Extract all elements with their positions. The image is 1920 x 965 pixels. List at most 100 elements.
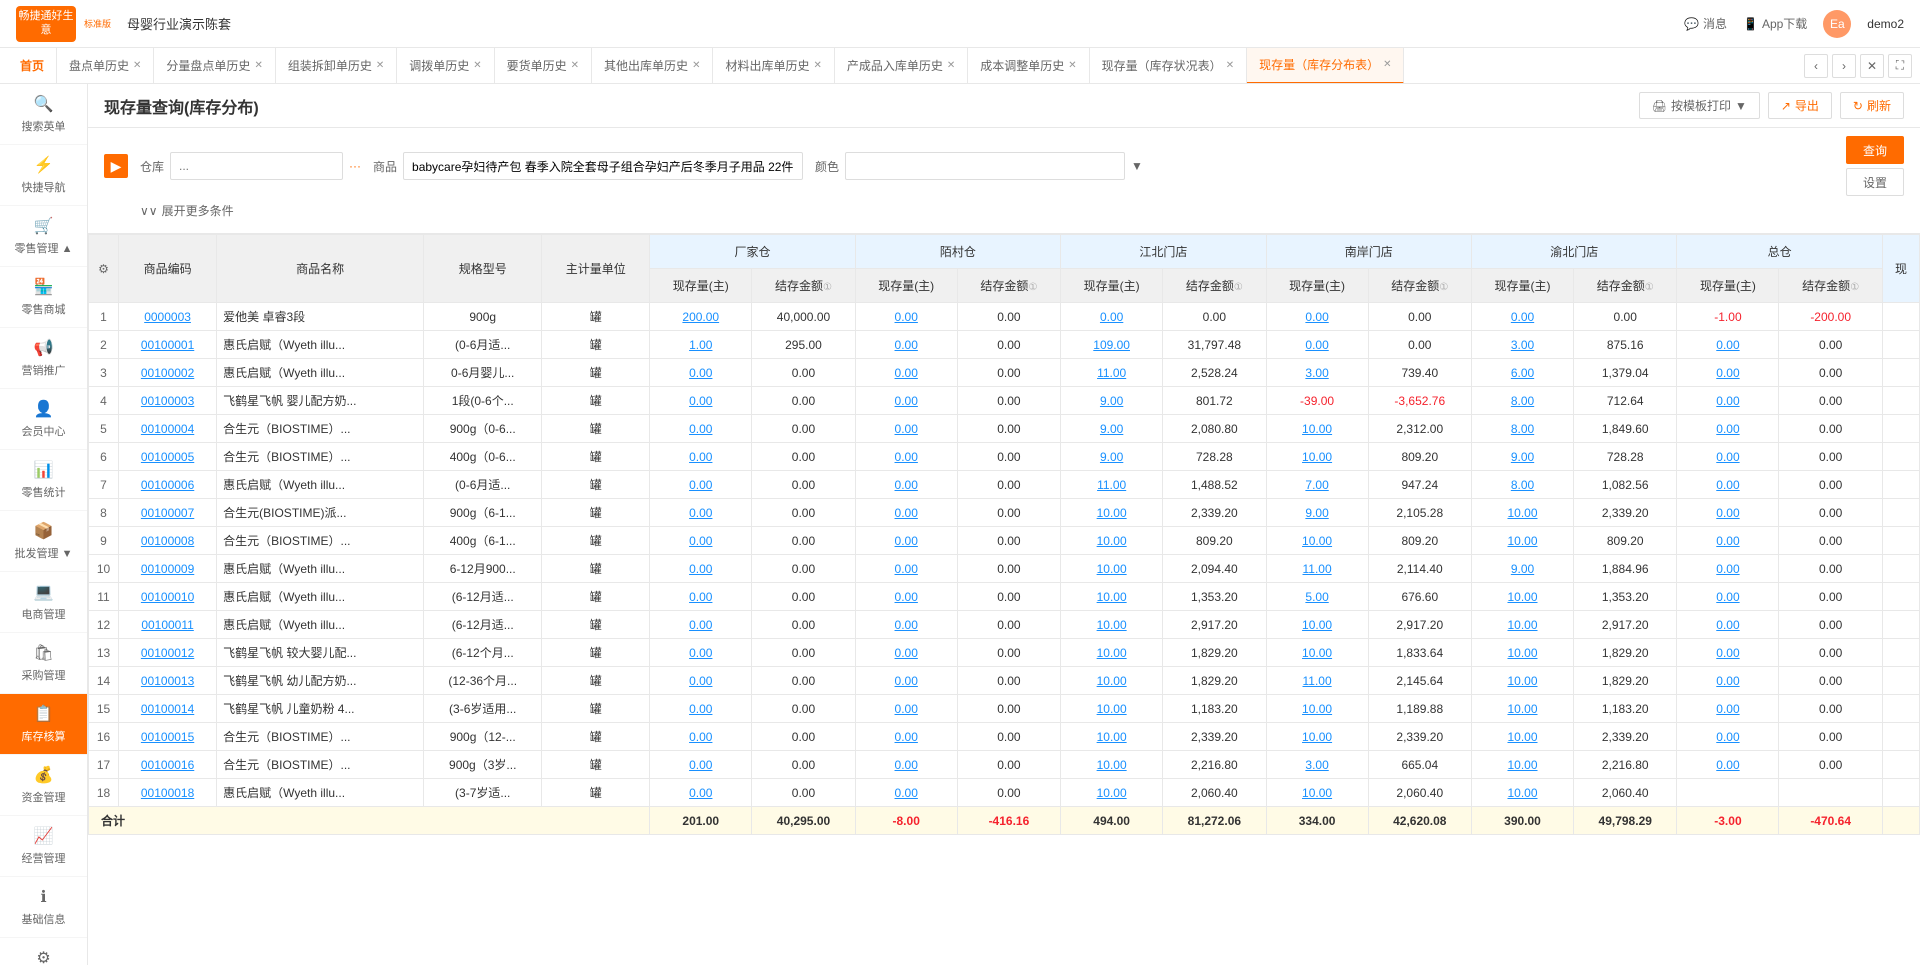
cell-total-qty[interactable]: 0.00	[1677, 331, 1779, 359]
close-icon[interactable]: ✕	[1068, 60, 1076, 71]
cell-na-qty[interactable]: 10.00	[1266, 527, 1368, 555]
cell-value[interactable]: 10.00	[1061, 723, 1163, 751]
cell-na-qty[interactable]: 0.00	[1266, 331, 1368, 359]
close-icon[interactable]: ✕	[376, 60, 384, 71]
cell-value[interactable]: 1.00	[650, 331, 752, 359]
cell-na-qty[interactable]: 10.00	[1266, 695, 1368, 723]
sidebar-item-purchase[interactable]: 🛍 采购管理	[0, 633, 87, 694]
sidebar-item-member[interactable]: 👤 会员中心	[0, 389, 87, 450]
row-code[interactable]: 00100018	[119, 779, 217, 807]
tab-transfer[interactable]: 调拨单历史 ✕	[397, 48, 494, 84]
cell-value[interactable]: 0.00	[855, 639, 957, 667]
close-icon[interactable]: ✕	[1226, 60, 1234, 71]
cell-value[interactable]: 9.00	[1472, 555, 1574, 583]
cell-value[interactable]: 8.00	[1472, 387, 1574, 415]
cell-value[interactable]: 0.00	[650, 667, 752, 695]
tab-requisition[interactable]: 要货单历史 ✕	[495, 48, 592, 84]
cell-value[interactable]: 109.00	[1061, 331, 1163, 359]
cell-value[interactable]: 3.00	[1472, 331, 1574, 359]
refresh-button[interactable]: ↻ 刷新	[1840, 92, 1904, 119]
cell-total-qty[interactable]: 0.00	[1677, 555, 1779, 583]
tab-stock-dist[interactable]: 现存量（库存分布表） ✕	[1247, 48, 1404, 84]
cell-na-qty[interactable]: 3.00	[1266, 751, 1368, 779]
cell-value[interactable]: 10.00	[1472, 639, 1574, 667]
close-icon[interactable]: ✕	[254, 60, 262, 71]
cell-value[interactable]: 0.00	[855, 779, 957, 807]
cell-na-qty[interactable]: 10.00	[1266, 415, 1368, 443]
cell-na-qty[interactable]: 3.00	[1266, 359, 1368, 387]
cell-value[interactable]: 9.00	[1061, 415, 1163, 443]
sidebar-item-retail-mall[interactable]: 🏪 零售商城	[0, 267, 87, 328]
cell-value[interactable]: 10.00	[1061, 667, 1163, 695]
cell-value[interactable]: 10.00	[1472, 583, 1574, 611]
cell-value[interactable]: 0.00	[855, 359, 957, 387]
cell-value[interactable]: 11.00	[1061, 471, 1163, 499]
cell-total-qty[interactable]: 0.00	[1677, 583, 1779, 611]
row-code[interactable]: 00100014	[119, 695, 217, 723]
tab-other-out[interactable]: 其他出库单历史 ✕	[592, 48, 713, 84]
info-icon[interactable]: ①	[1645, 282, 1654, 293]
cell-value[interactable]: 10.00	[1061, 527, 1163, 555]
cell-na-qty[interactable]: 10.00	[1266, 639, 1368, 667]
tab-scroll-left[interactable]: ‹	[1804, 54, 1828, 78]
cell-na-qty[interactable]: 7.00	[1266, 471, 1368, 499]
row-code[interactable]: 00100010	[119, 583, 217, 611]
cell-na-qty[interactable]: 5.00	[1266, 583, 1368, 611]
sidebar-item-system[interactable]: ⚙ 系统管理	[0, 938, 87, 965]
cell-value[interactable]: 0.00	[855, 387, 957, 415]
close-icon[interactable]: ✕	[571, 60, 579, 71]
cell-value[interactable]: 0.00	[855, 583, 957, 611]
cell-value[interactable]: 0.00	[855, 471, 957, 499]
sidebar-item-basics[interactable]: ℹ 基础信息	[0, 877, 87, 938]
cell-value[interactable]: 10.00	[1061, 639, 1163, 667]
cell-na-qty[interactable]: 9.00	[1266, 499, 1368, 527]
sidebar-item-operations[interactable]: 📈 经营管理	[0, 816, 87, 877]
cell-total-qty[interactable]: 0.00	[1677, 443, 1779, 471]
expand-more-btn[interactable]: ∨∨ 展开更多条件	[140, 202, 234, 219]
cell-value[interactable]: 10.00	[1472, 695, 1574, 723]
cell-value[interactable]: 10.00	[1472, 527, 1574, 555]
goods-input[interactable]	[403, 152, 803, 180]
sidebar-item-wholesale[interactable]: 📦 批发管理 ▼	[0, 511, 87, 572]
settings-gear-icon[interactable]: ⚙	[98, 262, 109, 276]
cell-total-qty[interactable]	[1677, 779, 1779, 807]
cell-na-qty[interactable]: 10.00	[1266, 611, 1368, 639]
cell-value[interactable]: 10.00	[1472, 667, 1574, 695]
cell-value[interactable]: 10.00	[1061, 779, 1163, 807]
cell-total-qty[interactable]: 0.00	[1677, 471, 1779, 499]
setting-button[interactable]: 设置	[1846, 168, 1904, 196]
row-code[interactable]: 00100003	[119, 387, 217, 415]
cell-value[interactable]: 0.00	[855, 303, 957, 331]
close-icon[interactable]: ✕	[133, 60, 141, 71]
tab-home[interactable]: 首页	[8, 48, 57, 84]
cell-value[interactable]: 0.00	[855, 443, 957, 471]
cell-total-qty[interactable]: 0.00	[1677, 695, 1779, 723]
info-icon[interactable]: ①	[1234, 282, 1243, 293]
tab-cost-adjust[interactable]: 成本调整单历史 ✕	[968, 48, 1089, 84]
cell-na-qty[interactable]: 0.00	[1266, 303, 1368, 331]
close-icon[interactable]: ✕	[1383, 59, 1391, 70]
cell-value[interactable]: 10.00	[1061, 499, 1163, 527]
cell-value[interactable]: 0.00	[650, 695, 752, 723]
cell-total-qty[interactable]: 0.00	[1677, 527, 1779, 555]
cell-value[interactable]: 0.00	[650, 639, 752, 667]
cell-value[interactable]: 0.00	[650, 751, 752, 779]
cell-value[interactable]: 0.00	[855, 751, 957, 779]
cell-total-qty[interactable]: 0.00	[1677, 387, 1779, 415]
sidebar-item-inventory[interactable]: 📋 库存核算	[0, 694, 87, 755]
cell-value[interactable]: 0.00	[650, 471, 752, 499]
cell-value[interactable]: 0.00	[650, 499, 752, 527]
cell-na-qty[interactable]: 10.00	[1266, 443, 1368, 471]
cell-value[interactable]: 11.00	[1061, 359, 1163, 387]
cell-value[interactable]: 0.00	[650, 443, 752, 471]
cell-value[interactable]: 0.00	[650, 779, 752, 807]
cell-value[interactable]: 0.00	[855, 331, 957, 359]
row-code[interactable]: 00100001	[119, 331, 217, 359]
cell-na-qty[interactable]: 11.00	[1266, 667, 1368, 695]
cell-value[interactable]: 0.00	[650, 359, 752, 387]
info-icon[interactable]: ①	[1850, 282, 1859, 293]
cell-value[interactable]: 10.00	[1061, 583, 1163, 611]
sidebar-item-finance[interactable]: 💰 资金管理	[0, 755, 87, 816]
sidebar-item-marketing[interactable]: 📢 营销推广	[0, 328, 87, 389]
cell-value[interactable]: 0.00	[650, 583, 752, 611]
